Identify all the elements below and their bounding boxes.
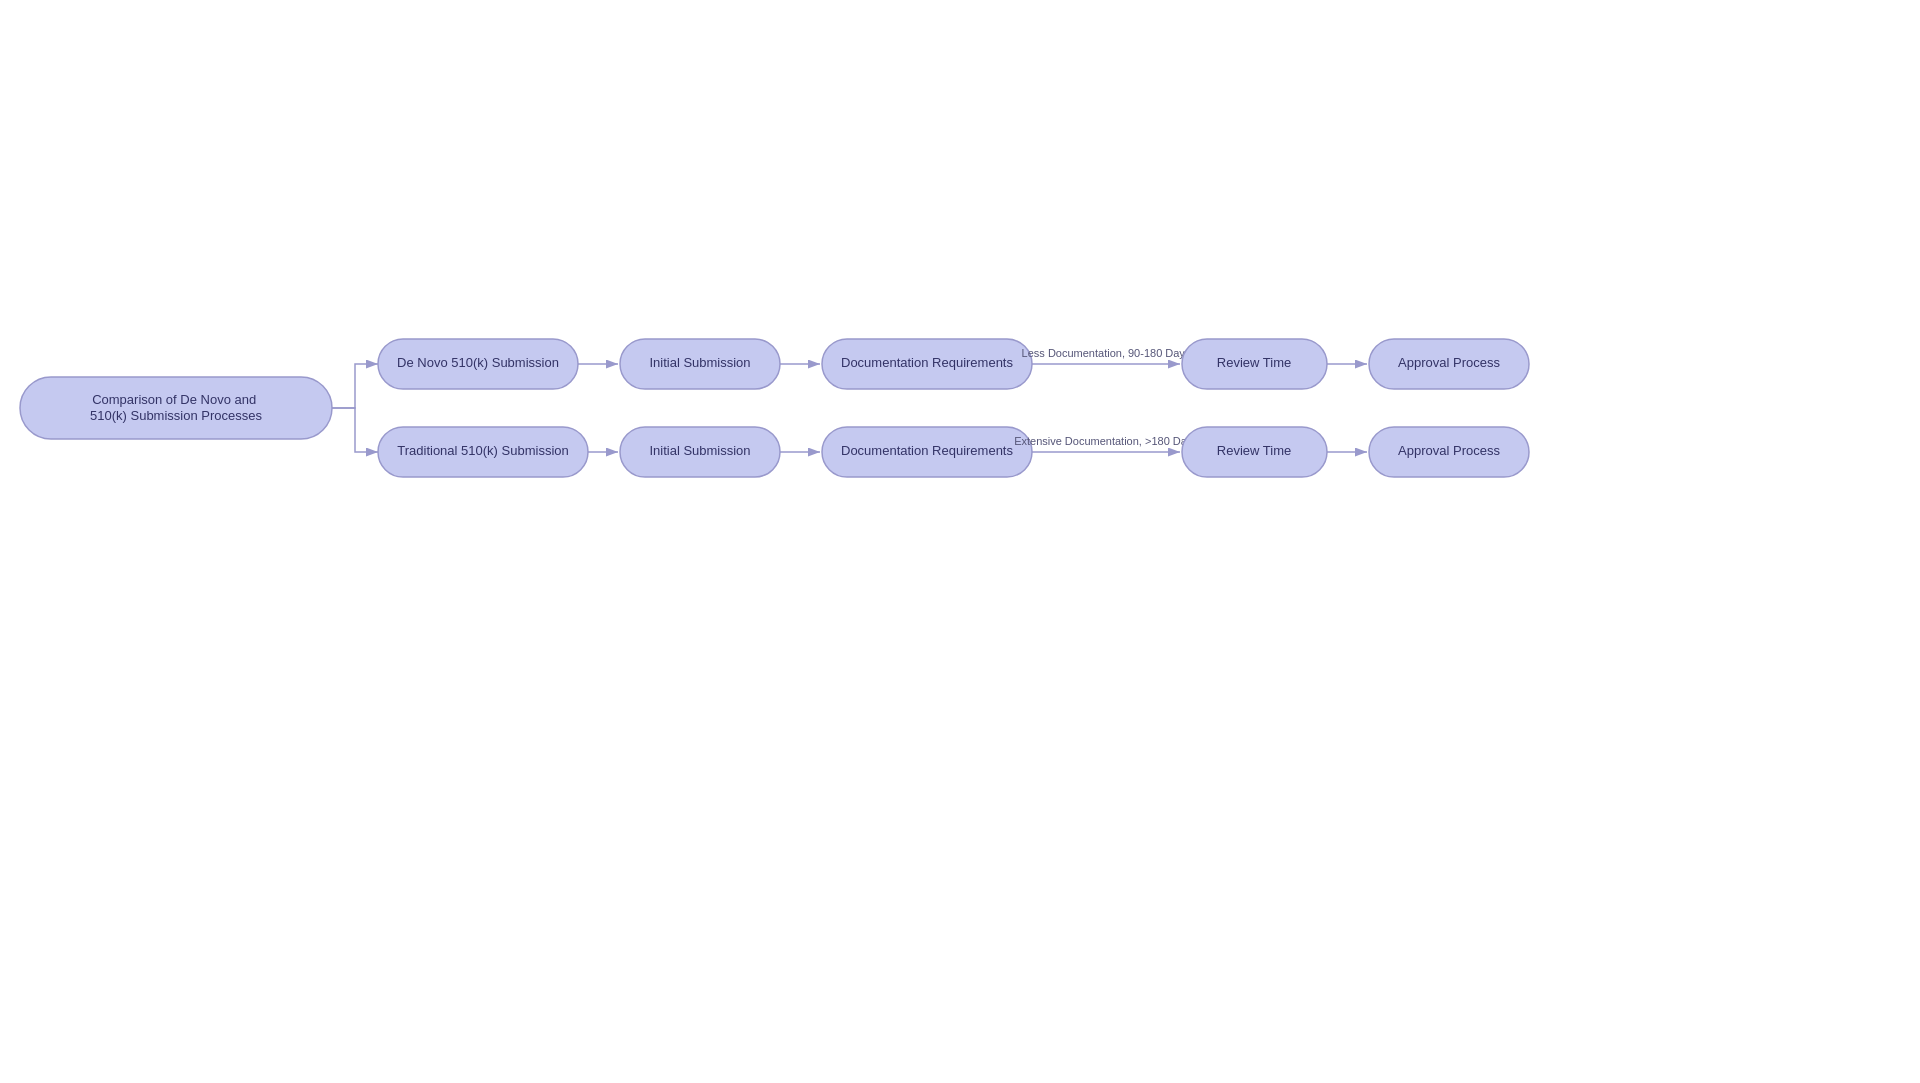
row1-node3-label: Documentation Requirements — [841, 355, 1013, 370]
branch-line-upper — [332, 364, 378, 408]
row2-node3-label: Documentation Requirements — [841, 443, 1013, 458]
row1-node5-label: Approval Process — [1398, 355, 1500, 370]
row2-node4-label: Review Time — [1217, 443, 1291, 458]
row1-node4-label: Review Time — [1217, 355, 1291, 370]
branch-line-lower — [332, 408, 378, 452]
row2-node1-label: Traditional 510(k) Submission — [397, 443, 568, 458]
row1-node2-label: Initial Submission — [649, 355, 750, 370]
row2-edge-label: Extensive Documentation, >180 Days — [1014, 435, 1198, 447]
row1-edge-label: Less Documentation, 90-180 Days — [1022, 347, 1191, 359]
row2-node2-label: Initial Submission — [649, 443, 750, 458]
row1-node1-label: De Novo 510(k) Submission — [397, 355, 559, 370]
row2-node5-label: Approval Process — [1398, 443, 1500, 458]
diagram-container: Comparison of De Novo and 510(k) Submiss… — [0, 0, 1920, 1083]
root-node-label: Comparison of De Novo and 510(k) Submiss… — [90, 392, 262, 423]
